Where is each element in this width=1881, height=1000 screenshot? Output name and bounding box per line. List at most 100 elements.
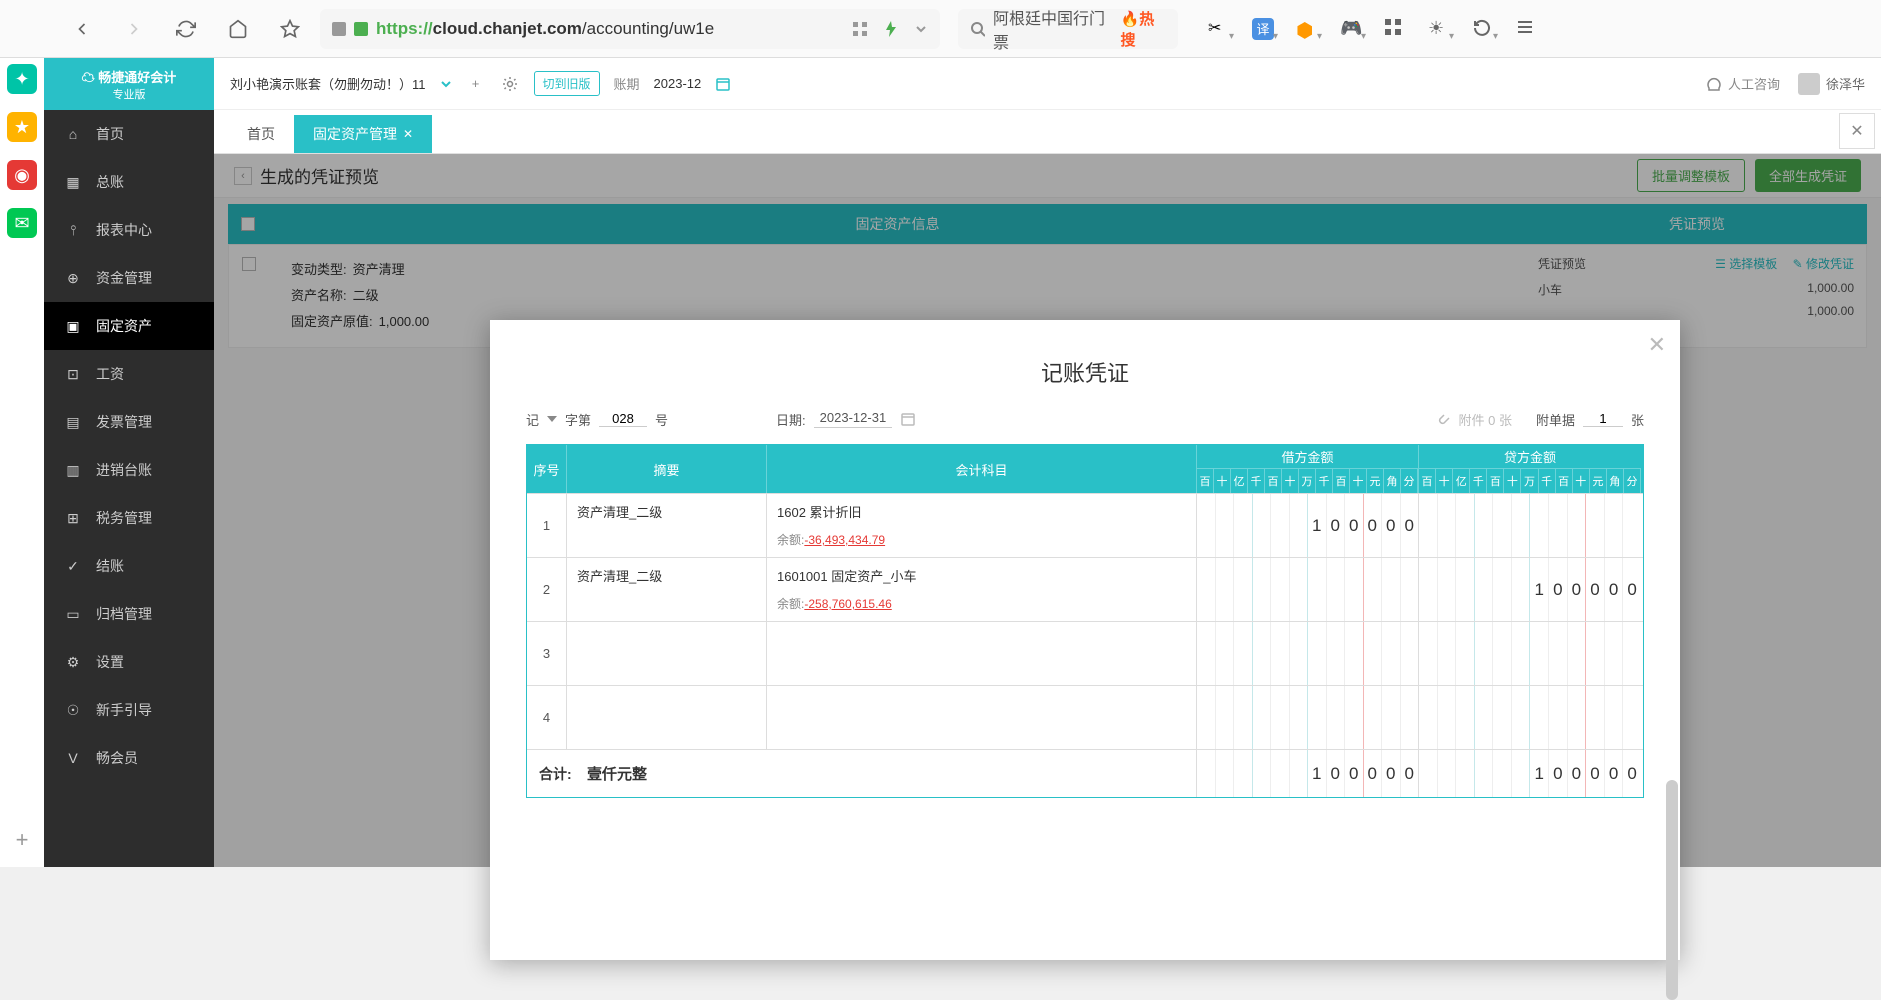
sidebar-item-13[interactable]: V畅会员 [44,734,214,782]
summary-cell[interactable]: 资产清理_二级 [567,494,767,557]
sidebar-item-11[interactable]: ⚙设置 [44,638,214,686]
sidebar-item-1[interactable]: ▦总账 [44,158,214,206]
sidebar-item-5[interactable]: ⊡ 工资 [44,350,214,398]
voucher-row[interactable]: 2资产清理_二级1601001 固定资产_小车余额:-258,760,615.4… [527,557,1643,621]
sidebar-icon: ⊡ [64,365,82,383]
search-box[interactable]: 阿根廷中国行门票 🔥热搜 [958,9,1178,49]
debit-cells[interactable] [1197,622,1419,685]
subject-cell[interactable] [767,622,1197,685]
game-icon[interactable]: 🎮▾ [1340,18,1362,40]
sidebar-item-0[interactable]: ⌂首页 [44,110,214,158]
switch-old-button[interactable]: 切到旧版 [534,71,600,96]
credit-cells[interactable]: 100000 [1419,558,1641,621]
chevron-down-icon[interactable] [914,22,928,36]
voucher-row[interactable]: 3 [527,621,1643,685]
subject-cell[interactable] [767,686,1197,749]
voucher-row[interactable]: 4 [527,685,1643,749]
subject-cell[interactable]: 1601001 固定资产_小车余额:-258,760,615.46 [767,558,1197,621]
col-subject: 会计科目 [767,445,1197,493]
avatar [1798,73,1820,95]
summary-cell[interactable]: 资产清理_二级 [567,558,767,621]
chevron-down-icon[interactable] [547,414,557,424]
menu-icon[interactable] [1516,18,1538,40]
scissors-icon[interactable]: ✂▾ [1208,18,1230,40]
calendar-icon[interactable] [715,76,731,92]
close-icon[interactable]: ✕ [1648,332,1666,358]
back-icon[interactable] [70,17,94,41]
sidebar-icon: ▦ [64,173,82,191]
os-app-4[interactable]: ✉ [7,208,37,238]
tab-home[interactable]: 首页 [228,115,294,153]
summary-cell[interactable] [567,622,767,685]
sun-icon[interactable]: ☀▾ [1428,18,1450,40]
voucher-type[interactable]: 记 [526,410,539,429]
attachment-label[interactable]: 附件 0 张 [1459,410,1512,429]
home-icon[interactable] [226,17,250,41]
debit-cells[interactable]: 100000 [1197,494,1419,557]
qr-icon[interactable] [852,21,868,37]
forward-icon[interactable] [122,17,146,41]
url-text: https://cloud.chanjet.com/accounting/uw1… [376,19,714,39]
sidebar-item-label: 工资 [96,364,124,384]
chevron-down-icon[interactable] [440,78,452,90]
subject-cell[interactable]: 1602 累计折旧余额:-36,493,434.79 [767,494,1197,557]
voucher-number-input[interactable] [599,411,647,427]
modal-title: 记账凭证 [490,320,1680,408]
sidebar-item-6[interactable]: ▤发票管理 [44,398,214,446]
col-debit: 借方金额 [1197,445,1418,469]
lock-icon [354,22,368,36]
col-credit: 贷方金额 [1419,445,1641,469]
scrollbar[interactable] [1666,780,1678,1000]
grid-icon[interactable] [1384,18,1406,40]
attachment-icon[interactable] [1437,412,1451,426]
search-icon [970,21,985,37]
account-name[interactable]: 刘小艳演示账套（勿删勿动！）11 [230,74,426,93]
debit-cells[interactable] [1197,686,1419,749]
debit-cells[interactable] [1197,558,1419,621]
sidebar-item-2[interactable]: ⫯报表中心 [44,206,214,254]
credit-cells[interactable] [1419,494,1641,557]
sidebar-item-label: 税务管理 [96,508,152,528]
calendar-icon[interactable] [900,411,916,427]
sidebar-item-7[interactable]: ▥进销台账 [44,446,214,494]
credit-cells[interactable] [1419,686,1641,749]
history-icon[interactable]: ▾ [1472,18,1494,40]
os-app-1[interactable]: ✦ [7,64,37,94]
settings-button[interactable] [500,74,520,94]
credit-cells[interactable] [1419,622,1641,685]
bolt-icon[interactable] [884,21,898,37]
os-add-icon[interactable]: + [16,827,29,853]
sidebar-item-12[interactable]: ☉新手引导 [44,686,214,734]
period-value[interactable]: 2023-12 [654,76,702,91]
add-account-button[interactable]: + [466,74,486,94]
close-icon[interactable]: ✕ [403,127,413,141]
voucher-date[interactable]: 2023-12-31 [814,410,893,428]
translate-icon[interactable]: 译▾ [1252,18,1274,40]
sidebar-item-10[interactable]: ▭归档管理 [44,590,214,638]
app-sidebar: ☁ 畅捷通好会计 专业版 ⌂首页▦总账⫯报表中心⊕资金管理▣固定资产⊡工资▤发票… [44,58,214,867]
sidebar-icon: V [64,749,82,767]
reload-icon[interactable] [174,17,198,41]
user-menu[interactable]: 徐泽华 [1798,73,1865,95]
tab-fixed-assets[interactable]: 固定资产管理✕ [294,115,432,153]
sheets-input[interactable] [1583,411,1623,427]
os-app-2[interactable]: ★ [7,112,37,142]
address-bar[interactable]: https://cloud.chanjet.com/accounting/uw1… [320,9,940,49]
sidebar-item-8[interactable]: ⊞ 税务管理 [44,494,214,542]
os-app-3[interactable]: ◉ [7,160,37,190]
hot-tag: 🔥热搜 [1121,8,1166,50]
sidebar-icon: ▥ [64,461,82,479]
sidebar-item-9[interactable]: ✓ 结账 [44,542,214,590]
sidebar-item-4[interactable]: ▣固定资产 [44,302,214,350]
sidebar-item-3[interactable]: ⊕资金管理 [44,254,214,302]
voucher-row[interactable]: 1资产清理_二级1602 累计折旧余额:-36,493,434.79100000 [527,493,1643,557]
sidebar-item-label: 结账 [96,556,124,576]
account-strip: 刘小艳演示账套（勿删勿动！）11 + 切到旧版 账期 2023-12 人工咨询 … [214,58,1881,110]
sidebar-icon: ⊞ [64,509,82,527]
sidebar-icon: ✓ [64,557,82,575]
close-all-button[interactable]: ✕ [1839,113,1875,149]
help-link[interactable]: 人工咨询 [1706,74,1780,93]
wallet-icon[interactable]: ⬢▾ [1296,18,1318,40]
summary-cell[interactable] [567,686,767,749]
star-icon[interactable] [278,17,302,41]
